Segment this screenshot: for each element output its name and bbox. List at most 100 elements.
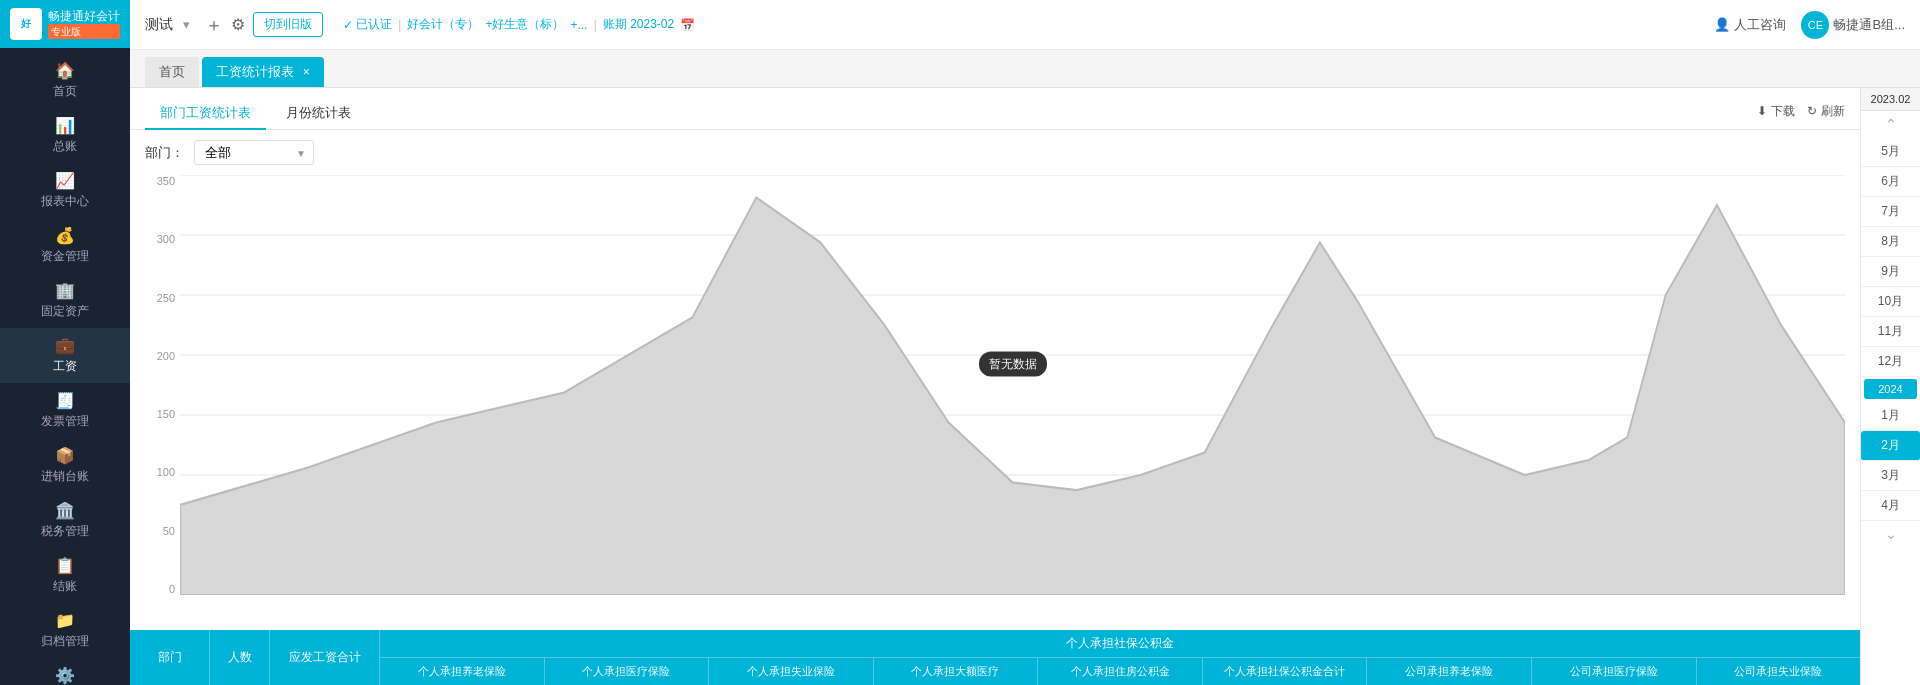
product-tag1: 好会计（专） bbox=[407, 16, 479, 33]
month-11[interactable]: 11月 bbox=[1861, 317, 1920, 347]
content-area: 部门工资统计表 月份统计表 ⬇ 下载 ↻ 刷新 bbox=[130, 88, 1920, 685]
year-2024-label: 2024 bbox=[1864, 379, 1917, 399]
month-9[interactable]: 9月 bbox=[1861, 257, 1920, 287]
product-tag2: +好生意（标） bbox=[485, 16, 564, 33]
dropdown-arrow-icon[interactable]: ▾ bbox=[183, 17, 190, 32]
sidebar-item-assets[interactable]: 🏢 固定资产 bbox=[0, 273, 130, 328]
table-header: 部门 人数 应发工资合计 个人承担社保公积金 个人承担养老保险 bbox=[130, 630, 1860, 685]
topbar-status: ✓已认证 | 好会计（专） +好生意（标） +... | 账期 2023-02 … bbox=[343, 16, 695, 33]
th-company-medical: 公司承担医疗保险 bbox=[1532, 658, 1697, 685]
month-2-2024-active[interactable]: 2月 bbox=[1861, 431, 1920, 461]
date-sidebar: 2023.02 ⌃ 5月 6月 7月 8月 9月 10月 11月 12月 202… bbox=[1860, 88, 1920, 685]
sidebar-logo: 好 畅捷通好会计 专业版 bbox=[0, 0, 130, 48]
topbar-right: 👤 人工咨询 CE 畅捷通B组... bbox=[1714, 11, 1905, 39]
reports-icon: 📈 bbox=[55, 171, 75, 190]
dept-select-wrapper[interactable]: 全部 bbox=[194, 140, 314, 165]
th-personal-unemployment: 个人承担失业保险 bbox=[709, 658, 874, 685]
y-label-200: 200 bbox=[157, 350, 175, 362]
dept-select[interactable]: 全部 bbox=[194, 140, 314, 165]
month-12[interactable]: 12月 bbox=[1861, 347, 1920, 377]
month-3-2024[interactable]: 3月 bbox=[1861, 461, 1920, 491]
th-dept: 部门 bbox=[130, 630, 210, 685]
y-label-150: 150 bbox=[157, 408, 175, 420]
certified-status: ✓已认证 bbox=[343, 16, 392, 33]
salary-icon: 💼 bbox=[55, 336, 75, 355]
customer-service-button[interactable]: 👤 人工咨询 bbox=[1714, 16, 1786, 34]
sidebar: 好 畅捷通好会计 专业版 🏠 首页 📊 总账 📈 报表中心 💰 资金管理 🏢 固… bbox=[0, 0, 130, 685]
month-10[interactable]: 10月 bbox=[1861, 287, 1920, 317]
date-nav-up[interactable]: ⌃ bbox=[1861, 111, 1920, 137]
th-group-label: 个人承担社保公积金 bbox=[380, 630, 1860, 658]
main-wrapper: 测试 ▾ ＋ ⚙ 切到旧版 ✓已认证 | 好会计（专） +好生意（标） +...… bbox=[130, 0, 1920, 685]
th-personal-housing: 个人承担住房公积金 bbox=[1038, 658, 1203, 685]
inventory-icon: 📦 bbox=[55, 446, 75, 465]
service-icon: 👤 bbox=[1714, 17, 1730, 32]
funds-icon: 💰 bbox=[55, 226, 75, 245]
month-1-2024[interactable]: 1月 bbox=[1861, 401, 1920, 431]
tab-salary-report[interactable]: 工资统计报表 × bbox=[202, 57, 324, 87]
filter-bar: 部门： 全部 bbox=[130, 130, 1860, 175]
user-info-button[interactable]: CE 畅捷通B组... bbox=[1801, 11, 1905, 39]
date-nav-down[interactable]: ⌄ bbox=[1861, 521, 1920, 547]
tax-icon: 🏛️ bbox=[55, 501, 75, 520]
month-6[interactable]: 6月 bbox=[1861, 167, 1920, 197]
sidebar-item-reports[interactable]: 📈 报表中心 bbox=[0, 163, 130, 218]
sidebar-item-settings[interactable]: ⚙️ 设置 bbox=[0, 658, 130, 685]
tabbar: 首页 工资统计报表 × bbox=[130, 50, 1920, 88]
download-button[interactable]: ⬇ 下载 bbox=[1757, 103, 1795, 120]
th-company-unemployment: 公司承担失业保险 bbox=[1697, 658, 1861, 685]
sidebar-item-ledger[interactable]: 📊 总账 bbox=[0, 108, 130, 163]
product-tag3: +... bbox=[570, 18, 587, 32]
chart-area: 350 300 250 200 150 100 50 0 bbox=[130, 175, 1860, 685]
main-content: 部门工资统计表 月份统计表 ⬇ 下载 ↻ 刷新 bbox=[130, 88, 1860, 685]
tab-close-button[interactable]: × bbox=[303, 65, 310, 79]
calendar-icon[interactable]: 📅 bbox=[680, 18, 695, 32]
download-icon: ⬇ bbox=[1757, 104, 1767, 118]
sub-tab-dept[interactable]: 部门工资统计表 bbox=[145, 98, 266, 130]
archive-icon: 📁 bbox=[55, 611, 75, 630]
month-7[interactable]: 7月 bbox=[1861, 197, 1920, 227]
topbar-title: 测试 bbox=[145, 16, 173, 34]
current-date-label: 2023.02 bbox=[1861, 88, 1920, 111]
sidebar-item-close[interactable]: 📋 结账 bbox=[0, 548, 130, 603]
y-axis: 350 300 250 200 150 100 50 0 bbox=[145, 175, 180, 595]
th-group-personal: 个人承担社保公积金 个人承担养老保险 个人承担医疗保险 个人承担失业保险 bbox=[380, 630, 1860, 685]
sub-tabs-actions: ⬇ 下载 ↻ 刷新 bbox=[1757, 103, 1845, 125]
gear-button[interactable]: ⚙ bbox=[231, 15, 245, 34]
assets-icon: 🏢 bbox=[55, 281, 75, 300]
sidebar-item-salary[interactable]: 💼 工资 bbox=[0, 328, 130, 383]
refresh-button[interactable]: ↻ 刷新 bbox=[1807, 103, 1845, 120]
sidebar-item-archive[interactable]: 📁 归档管理 bbox=[0, 603, 130, 658]
home-icon: 🏠 bbox=[55, 61, 75, 80]
sub-tabs: 部门工资统计表 月份统计表 ⬇ 下载 ↻ 刷新 bbox=[130, 88, 1860, 130]
y-label-250: 250 bbox=[157, 292, 175, 304]
topbar: 测试 ▾ ＋ ⚙ 切到旧版 ✓已认证 | 好会计（专） +好生意（标） +...… bbox=[130, 0, 1920, 50]
logo-text: 畅捷通好会计 专业版 bbox=[48, 9, 120, 40]
invoice-icon: 🧾 bbox=[55, 391, 75, 410]
month-5[interactable]: 5月 bbox=[1861, 137, 1920, 167]
th-group-cells: 个人承担养老保险 个人承担医疗保险 个人承担失业保险 个人承担大额医疗 bbox=[380, 658, 1860, 685]
sidebar-item-inventory[interactable]: 📦 进销台账 bbox=[0, 438, 130, 493]
th-company-pension: 公司承担养老保险 bbox=[1367, 658, 1532, 685]
period-label: 账期 2023-02 bbox=[603, 16, 674, 33]
sidebar-item-tax[interactable]: 🏛️ 税务管理 bbox=[0, 493, 130, 548]
th-personal-medical: 个人承担医疗保险 bbox=[545, 658, 710, 685]
logo-icon: 好 bbox=[10, 8, 42, 40]
y-label-0: 0 bbox=[169, 583, 175, 595]
sidebar-item-funds[interactable]: 💰 资金管理 bbox=[0, 218, 130, 273]
y-label-300: 300 bbox=[157, 233, 175, 245]
dept-filter-label: 部门： bbox=[145, 144, 184, 162]
switch-view-button[interactable]: 切到旧版 bbox=[253, 12, 323, 37]
sidebar-item-invoice[interactable]: 🧾 发票管理 bbox=[0, 383, 130, 438]
tab-home[interactable]: 首页 bbox=[145, 57, 199, 87]
add-button[interactable]: ＋ bbox=[205, 13, 223, 37]
month-8[interactable]: 8月 bbox=[1861, 227, 1920, 257]
y-label-350: 350 bbox=[157, 175, 175, 187]
th-personal-total: 个人承担社保公积金合计 bbox=[1203, 658, 1368, 685]
sub-tab-month[interactable]: 月份统计表 bbox=[271, 98, 366, 130]
sidebar-item-home[interactable]: 🏠 首页 bbox=[0, 53, 130, 108]
th-salary: 应发工资合计 bbox=[270, 630, 380, 685]
settings-icon: ⚙️ bbox=[55, 666, 75, 685]
avatar: CE bbox=[1801, 11, 1829, 39]
month-4-2024[interactable]: 4月 bbox=[1861, 491, 1920, 521]
